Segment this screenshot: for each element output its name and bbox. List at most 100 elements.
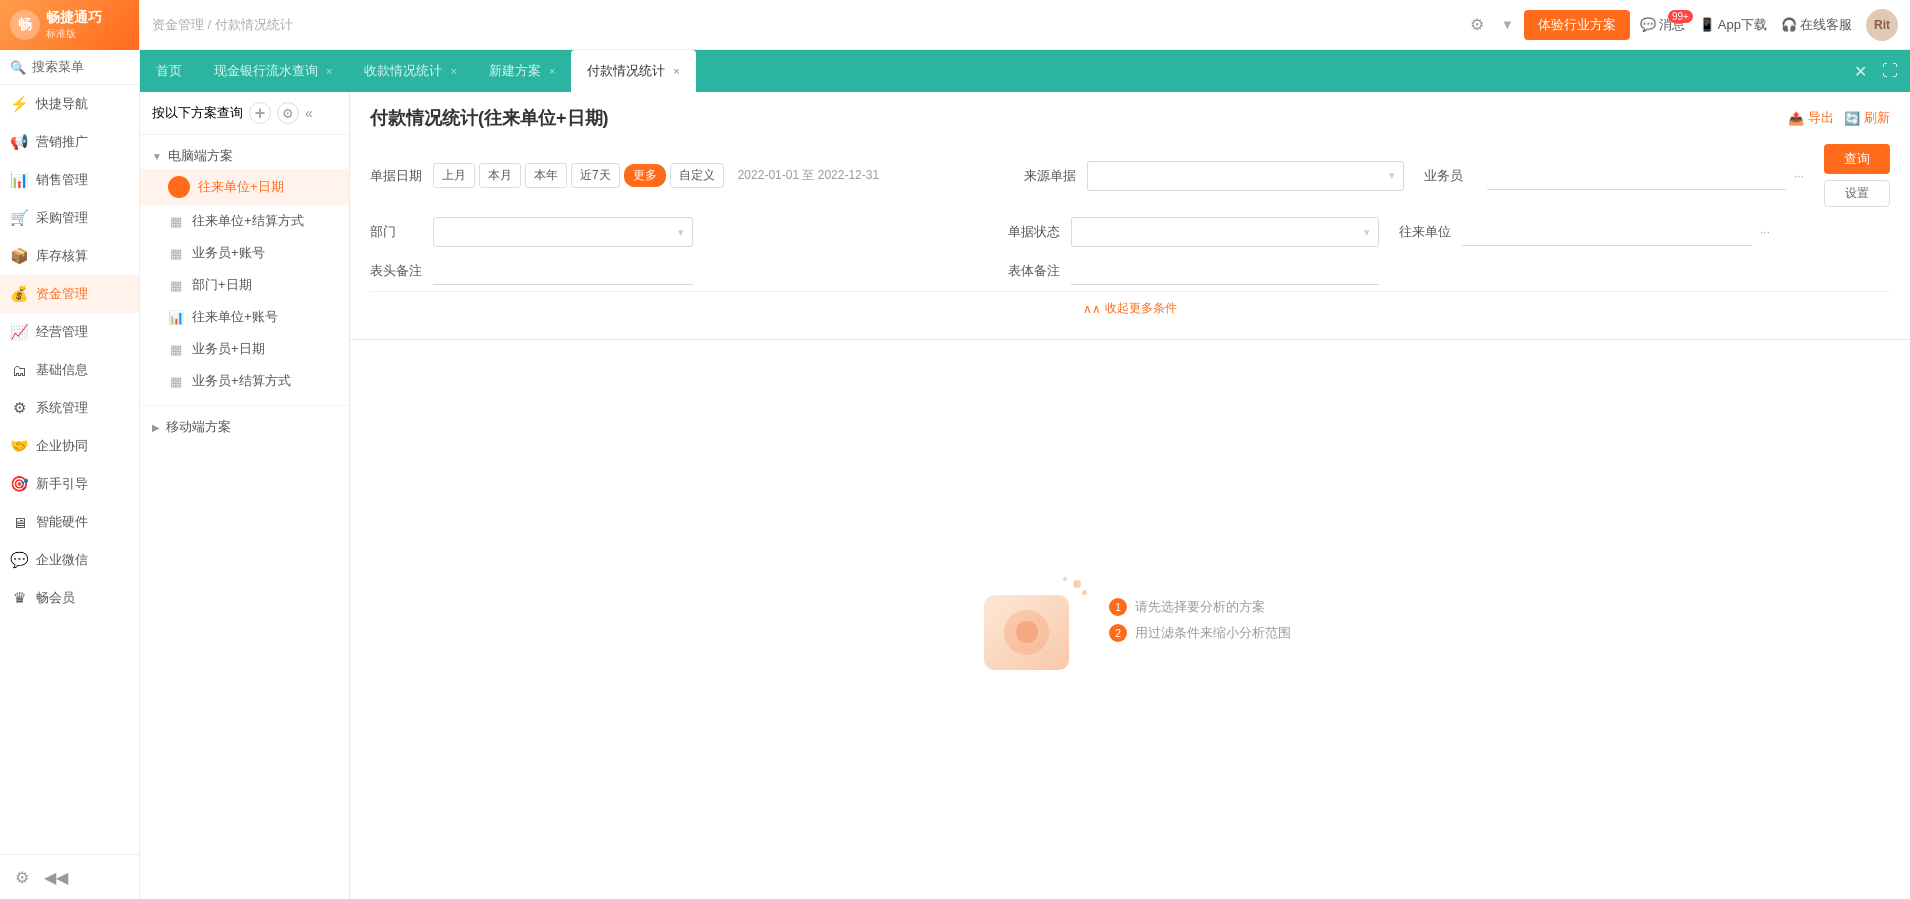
filter-dept-select[interactable]: ▾ bbox=[433, 217, 693, 247]
tab-receipt-close[interactable]: × bbox=[450, 65, 456, 77]
online-service-button[interactable]: 🎧 在线客服 bbox=[1781, 16, 1852, 34]
filter-date-custom[interactable]: 自定义 bbox=[670, 163, 724, 188]
scheme-item-dept-date[interactable]: ▦ 部门+日期 bbox=[140, 269, 349, 301]
filter-date-this-month[interactable]: 本月 bbox=[479, 163, 521, 188]
sidebar-item-operations[interactable]: 📈 经营管理 bbox=[0, 313, 139, 351]
scheme-settings-icon[interactable]: ⚙ bbox=[277, 102, 299, 124]
sidebar-item-label: 企业微信 bbox=[36, 551, 88, 569]
topbar: 资金管理 / 付款情况统计 ⚙ ▼ 体验行业方案 💬 消息 99+ 📱 App下… bbox=[140, 0, 1910, 50]
filter-company-input[interactable] bbox=[1462, 218, 1752, 246]
sidebar-item-system[interactable]: ⚙ 系统管理 bbox=[0, 389, 139, 427]
settings-bottom-icon[interactable]: ⚙ bbox=[10, 865, 34, 889]
sidebar-item-label: 经营管理 bbox=[36, 323, 88, 341]
filter-source-select[interactable]: ▾ bbox=[1087, 161, 1404, 191]
sidebar-item-purchase[interactable]: 🛒 采购管理 bbox=[0, 199, 139, 237]
main-area: 资金管理 / 付款情况统计 ⚙ ▼ 体验行业方案 💬 消息 99+ 📱 App下… bbox=[140, 0, 1910, 899]
sidebar-nav: ⚡ 快捷导航 📢 营销推广 📊 销售管理 🛒 采购管理 📦 库存核算 💰 资金管… bbox=[0, 85, 139, 854]
filter-status-select[interactable]: ▾ bbox=[1071, 217, 1379, 247]
scheme-item-icon: ▦ bbox=[168, 373, 184, 389]
sidebar-item-member[interactable]: ♛ 畅会员 bbox=[0, 579, 139, 617]
scheme-desktop-section: ▼ 电脑端方案 往来单位+日期 ▦ 往来单位+结算方式 ▦ 业务员+账号 ▦ bbox=[140, 135, 349, 405]
trial-button[interactable]: 体验行业方案 bbox=[1524, 10, 1630, 40]
scheme-mobile-toggle[interactable]: ▶ 移动端方案 bbox=[140, 414, 349, 440]
user-avatar[interactable]: Rit bbox=[1866, 9, 1898, 41]
empty-tip-text-2: 用过滤条件来缩小分析范围 bbox=[1135, 624, 1291, 642]
tab-new-label: 新建方案 bbox=[489, 62, 541, 80]
empty-tip-text-1: 请先选择要分析的方案 bbox=[1135, 598, 1265, 616]
filter-header-note-input[interactable] bbox=[433, 257, 693, 285]
filter-date-last-month[interactable]: 上月 bbox=[433, 163, 475, 188]
tab-home[interactable]: 首页 bbox=[140, 50, 198, 92]
sidebar-item-quick-nav[interactable]: ⚡ 快捷导航 bbox=[0, 85, 139, 123]
scheme-item-salesman-settlement[interactable]: ▦ 业务员+结算方式 bbox=[140, 365, 349, 397]
filter-area: 付款情况统计(往来单位+日期) 📤 导出 🔄 刷新 bbox=[350, 92, 1910, 340]
filter-salesman-dots[interactable]: ··· bbox=[1794, 169, 1804, 183]
guide-icon: 🎯 bbox=[10, 475, 28, 493]
hardware-icon: 🖥 bbox=[10, 513, 28, 531]
sidebar-item-label: 销售管理 bbox=[36, 171, 88, 189]
service-icon: 🎧 bbox=[1781, 17, 1797, 32]
scheme-desktop-toggle[interactable]: ▼ 电脑端方案 bbox=[140, 143, 349, 169]
query-button[interactable]: 查询 bbox=[1824, 144, 1890, 174]
sidebar-item-wechat[interactable]: 💬 企业微信 bbox=[0, 541, 139, 579]
scheme-collapse-icon[interactable]: « bbox=[305, 105, 313, 121]
sidebar-item-fund[interactable]: 💰 资金管理 bbox=[0, 275, 139, 313]
sidebar-item-hardware[interactable]: 🖥 智能硬件 bbox=[0, 503, 139, 541]
topbar-dropdown-icon[interactable]: ▼ bbox=[1501, 17, 1514, 32]
scheme-item-company-settlement[interactable]: ▦ 往来单位+结算方式 bbox=[140, 205, 349, 237]
fund-icon: 💰 bbox=[10, 285, 28, 303]
scheme-item-company-account[interactable]: 📊 往来单位+账号 bbox=[140, 301, 349, 333]
collapse-more-bar[interactable]: ∧∧ 收起更多条件 bbox=[370, 291, 1890, 325]
tab-receipt[interactable]: 收款情况统计 × bbox=[348, 50, 472, 92]
sidebar-item-label: 快捷导航 bbox=[36, 95, 88, 113]
scheme-item-label: 业务员+结算方式 bbox=[192, 372, 291, 390]
tab-payment-close[interactable]: × bbox=[673, 65, 679, 77]
sidebar-item-enterprise[interactable]: 🤝 企业协同 bbox=[0, 427, 139, 465]
tab-bank[interactable]: 现金银行流水查询 × bbox=[198, 50, 348, 92]
logo-icon: 畅 bbox=[10, 10, 40, 40]
scheme-item-company-date[interactable]: 往来单位+日期 bbox=[140, 169, 349, 205]
settings-button[interactable]: 设置 bbox=[1824, 180, 1890, 207]
sidebar-item-basic[interactable]: 🗂 基础信息 bbox=[0, 351, 139, 389]
filter-company-item: 往来单位 ··· bbox=[1399, 218, 1770, 246]
scheme-desktop-label: 电脑端方案 bbox=[168, 147, 233, 165]
scheme-item-label: 往来单位+日期 bbox=[198, 178, 284, 196]
sidebar-item-label: 营销推广 bbox=[36, 133, 88, 151]
sidebar-item-label: 智能硬件 bbox=[36, 513, 88, 531]
filter-company-dots[interactable]: ··· bbox=[1760, 225, 1770, 239]
sidebar-item-marketing[interactable]: 📢 营销推广 bbox=[0, 123, 139, 161]
sidebar-item-sales[interactable]: 📊 销售管理 bbox=[0, 161, 139, 199]
app-download-button[interactable]: 📱 App下载 bbox=[1699, 16, 1767, 34]
tab-bank-close[interactable]: × bbox=[326, 65, 332, 77]
sidebar-item-guide[interactable]: 🎯 新手引导 bbox=[0, 465, 139, 503]
filter-body-note-label: 表体备注 bbox=[1008, 262, 1063, 280]
settings-icon[interactable]: ⚙ bbox=[1463, 11, 1491, 39]
scheme-item-salesman-date[interactable]: ▦ 业务员+日期 bbox=[140, 333, 349, 365]
filter-date-this-year[interactable]: 本年 bbox=[525, 163, 567, 188]
message-badge: 99+ bbox=[1668, 10, 1693, 23]
filter-date-more[interactable]: 更多 bbox=[624, 164, 666, 187]
search-menu[interactable]: 🔍 搜索菜单 bbox=[0, 50, 139, 85]
sidebar-item-label: 库存核算 bbox=[36, 247, 88, 265]
filter-date-7days[interactable]: 近7天 bbox=[571, 163, 620, 188]
tab-close-all-icon[interactable]: ✕ bbox=[1848, 59, 1872, 83]
refresh-button[interactable]: 🔄 刷新 bbox=[1844, 109, 1890, 127]
export-button[interactable]: 📤 导出 bbox=[1788, 109, 1834, 127]
member-icon: ♛ bbox=[10, 589, 28, 607]
scheme-item-salesman-account[interactable]: ▦ 业务员+账号 bbox=[140, 237, 349, 269]
filter-title-actions: 📤 导出 🔄 刷新 bbox=[1788, 109, 1890, 127]
wechat-icon: 💬 bbox=[10, 551, 28, 569]
collapse-sidebar-icon[interactable]: ◀◀ bbox=[44, 865, 68, 889]
app-icon: 📱 bbox=[1699, 17, 1715, 32]
sidebar-item-inventory[interactable]: 📦 库存核算 bbox=[0, 237, 139, 275]
tab-new[interactable]: 新建方案 × bbox=[473, 50, 571, 92]
message-button[interactable]: 💬 消息 99+ bbox=[1640, 16, 1685, 34]
tab-fullscreen-icon[interactable]: ⛶ bbox=[1878, 59, 1902, 83]
filter-dept-label: 部门 bbox=[370, 223, 425, 241]
scheme-add-icon[interactable]: + bbox=[249, 102, 271, 124]
filter-body-note-input[interactable] bbox=[1071, 257, 1379, 285]
tab-payment[interactable]: 付款情况统计 × bbox=[571, 50, 695, 92]
scheme-desktop-arrow: ▼ bbox=[152, 151, 162, 162]
tab-new-close[interactable]: × bbox=[549, 65, 555, 77]
filter-salesman-input[interactable] bbox=[1487, 162, 1786, 190]
